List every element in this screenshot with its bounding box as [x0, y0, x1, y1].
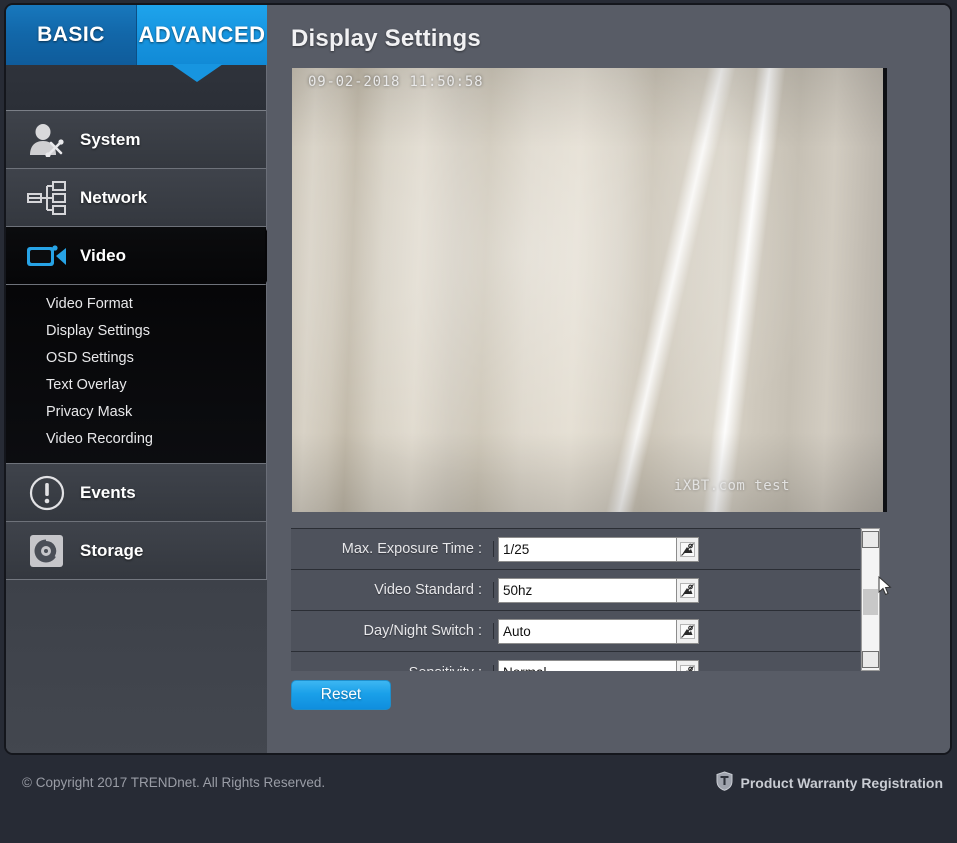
- video-timestamp-overlay: 09-02-2018 11:50:58: [308, 74, 484, 90]
- submenu-item-video-recording[interactable]: Video Recording: [46, 426, 266, 453]
- exclamation-circle-icon: [24, 474, 70, 512]
- footer: © Copyright 2017 TRENDnet. All Rights Re…: [0, 757, 957, 843]
- settings-scrollbar[interactable]: [861, 528, 892, 671]
- form-row-max-exposure-time: Max. Exposure Time :: [291, 529, 860, 570]
- submenu-item-text-overlay[interactable]: Text Overlay: [46, 372, 266, 399]
- video-shading-overlay: [292, 68, 883, 512]
- app-window: BASIC ADVANCED System Network Video Vide…: [4, 3, 952, 755]
- sidebar-item-events[interactable]: Events: [6, 464, 266, 522]
- broken-image-icon[interactable]: [676, 618, 699, 644]
- form-label: Video Standard :: [291, 582, 494, 598]
- network-tree-icon: [24, 179, 70, 217]
- broken-image-icon[interactable]: [676, 536, 699, 562]
- sidebar-item-video[interactable]: Video: [6, 226, 279, 285]
- sensitivity-input[interactable]: [498, 660, 676, 671]
- scrollbar-thumb[interactable]: [863, 589, 878, 615]
- mode-tabs: BASIC ADVANCED: [6, 5, 267, 65]
- broken-image-icon[interactable]: [676, 660, 699, 671]
- sidebar-item-label: Network: [80, 187, 148, 207]
- day-night-switch-input[interactable]: [498, 618, 676, 644]
- form-control: [498, 577, 699, 603]
- tab-advanced[interactable]: ADVANCED: [137, 5, 267, 65]
- sidebar-item-label: System: [80, 129, 141, 149]
- video-submenu: Video Format Display Settings OSD Settin…: [6, 285, 266, 464]
- page-title: Display Settings: [291, 25, 481, 52]
- submenu-item-privacy-mask[interactable]: Privacy Mask: [46, 399, 266, 426]
- sidebar-item-label: Storage: [80, 540, 144, 560]
- form-control: [498, 618, 699, 644]
- form-row-sensitivity: Sensitivity :: [291, 652, 860, 671]
- settings-form: Max. Exposure Time : 1/25 Video Standard…: [291, 528, 860, 671]
- scroll-up-button[interactable]: [862, 531, 879, 548]
- form-label: Day/Night Switch :: [291, 623, 494, 639]
- copyright-text: © Copyright 2017 TRENDnet. All Rights Re…: [22, 775, 326, 790]
- form-label: Sensitivity :: [291, 664, 494, 671]
- video-preview[interactable]: 09-02-2018 11:50:58 iXBT.com test: [292, 68, 887, 512]
- content-area: Display Settings 09-02-2018 11:50:58 iXB…: [267, 5, 950, 753]
- sidebar-item-system[interactable]: System: [6, 111, 266, 169]
- active-tab-pointer-icon: [171, 64, 223, 82]
- form-label: Max. Exposure Time :: [291, 541, 494, 557]
- form-row-day-night-switch: Day/Night Switch :: [291, 611, 860, 652]
- sidebar-item-label: Events: [80, 482, 136, 502]
- tab-advanced-label: ADVANCED: [138, 22, 266, 47]
- sidebar-item-label: Video: [80, 245, 126, 265]
- mouse-cursor-icon: [878, 576, 892, 596]
- tab-basic-label: BASIC: [37, 23, 105, 46]
- tab-underbar: [6, 65, 266, 111]
- sidebar-empty-area: [6, 579, 267, 753]
- video-camera-icon: [24, 237, 70, 275]
- scroll-down-button[interactable]: [862, 651, 879, 668]
- max-exposure-time-input[interactable]: [498, 536, 676, 562]
- submenu-item-display-settings[interactable]: Display Settings: [46, 318, 266, 345]
- form-control: [498, 536, 699, 562]
- submenu-item-video-format[interactable]: Video Format: [46, 291, 266, 318]
- reset-button[interactable]: Reset: [291, 680, 391, 710]
- product-warranty-registration-link[interactable]: Product Warranty Registration: [716, 771, 943, 794]
- video-watermark-overlay: iXBT.com test: [673, 478, 790, 494]
- settings-block: Max. Exposure Time : 1/25 Video Standard…: [291, 528, 892, 671]
- sidebar-item-network[interactable]: Network: [6, 169, 266, 227]
- shield-t-icon: [716, 771, 733, 794]
- tab-basic[interactable]: BASIC: [6, 5, 137, 65]
- video-standard-input[interactable]: [498, 577, 676, 603]
- warranty-link-label: Product Warranty Registration: [740, 774, 943, 791]
- form-control: [498, 660, 699, 671]
- sidebar-item-storage[interactable]: Storage: [6, 522, 266, 580]
- broken-image-icon[interactable]: [676, 577, 699, 603]
- sidebar: BASIC ADVANCED System Network Video Vide…: [6, 5, 279, 753]
- hard-disk-icon: [24, 532, 70, 570]
- form-row-video-standard: Video Standard :: [291, 570, 860, 611]
- submenu-item-osd-settings[interactable]: OSD Settings: [46, 345, 266, 372]
- user-tools-icon: [24, 121, 70, 159]
